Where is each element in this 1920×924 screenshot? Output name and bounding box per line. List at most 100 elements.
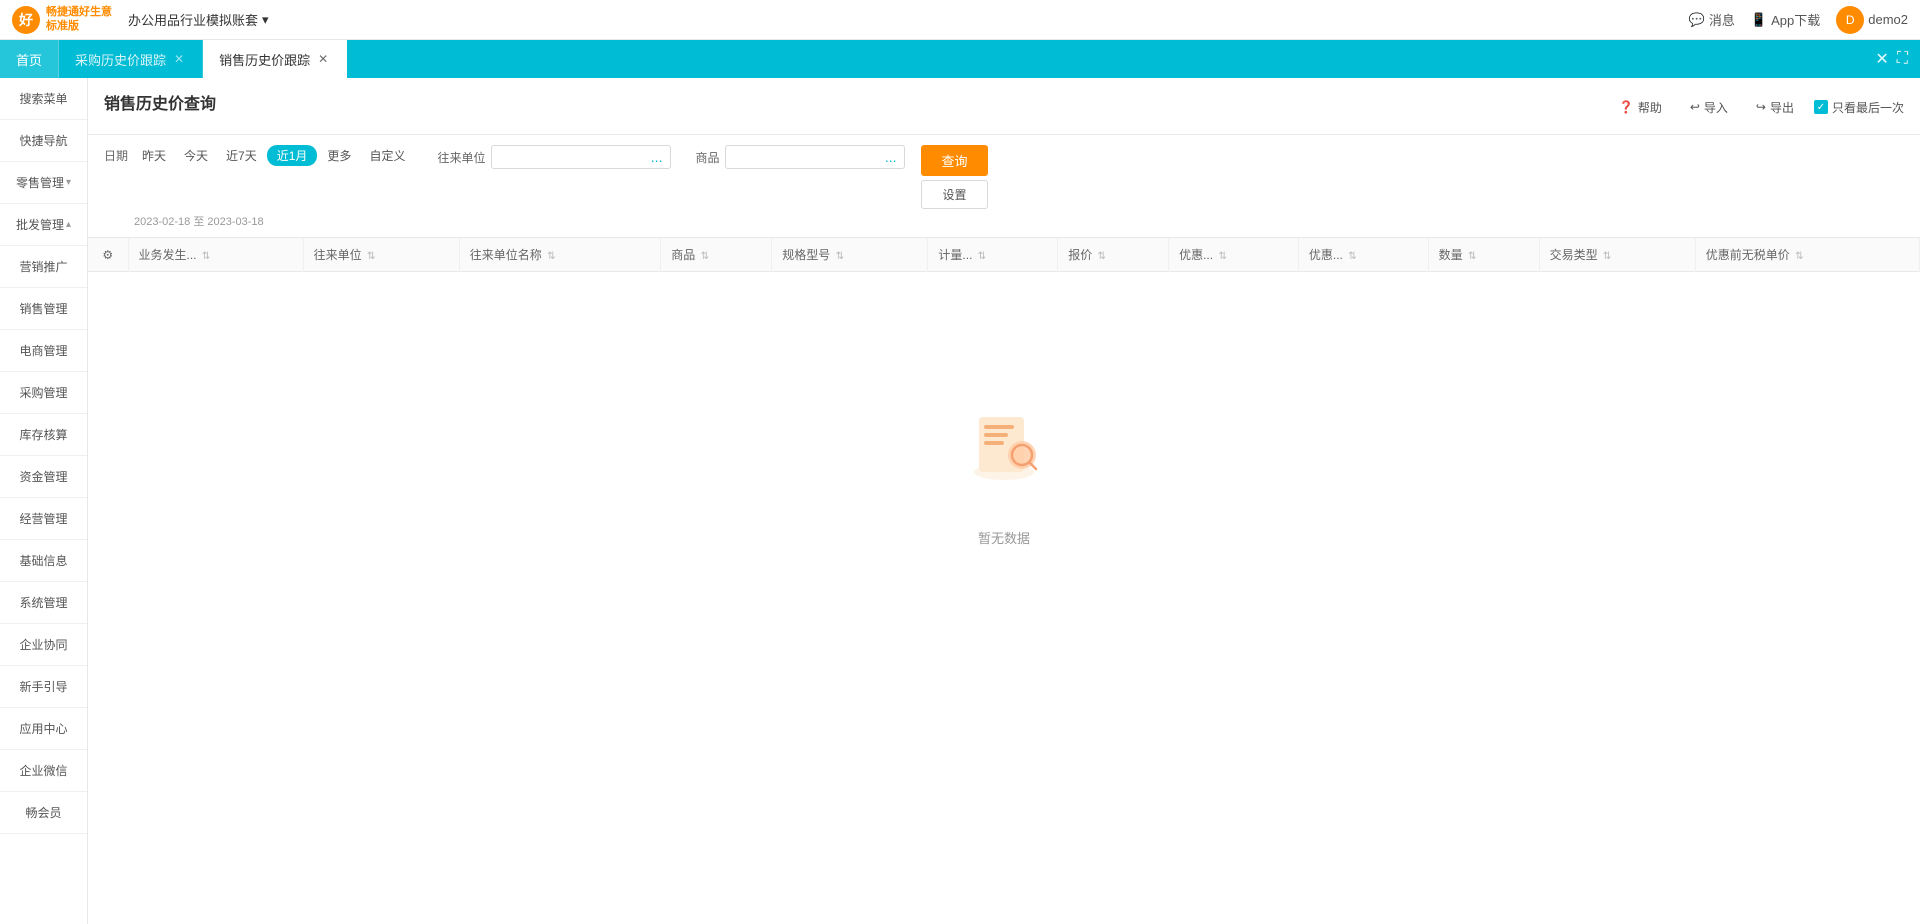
sort-icon: ⇅ [367, 251, 375, 262]
sidebar-item-marketing[interactable]: 营销推广 [0, 246, 87, 288]
tab-home[interactable]: 首页 [0, 40, 59, 78]
chevron-down-icon: ▾ [262, 12, 269, 28]
col-quoted-price[interactable]: 报价 ⇅ [1058, 238, 1169, 272]
settings-icon: ⚙ [102, 248, 113, 262]
sidebar-item-ecommerce[interactable]: 电商管理 [0, 330, 87, 372]
sidebar-item-sales-mgmt[interactable]: 销售管理 [0, 288, 87, 330]
sidebar-item-quick-nav[interactable]: 快捷导航 [0, 120, 87, 162]
sidebar-item-member[interactable]: 畅会员 [0, 792, 87, 834]
tab-bar: 首页 采购历史价跟踪 ✕ 销售历史价跟踪 ✕ ✕ ⛶ [0, 40, 1920, 78]
sidebar-item-system[interactable]: 系统管理 [0, 582, 87, 624]
import-icon: ↩ [1690, 100, 1700, 114]
sort-icon: ⇅ [1348, 251, 1356, 262]
only-last-checkbox[interactable]: ✓ [1814, 100, 1828, 114]
sort-icon: ⇅ [836, 251, 844, 262]
sidebar-item-enterprise[interactable]: 企业协同 [0, 624, 87, 666]
col-spec[interactable]: 规格型号 ⇅ [772, 238, 928, 272]
page-title: 销售历史价查询 [104, 90, 216, 124]
chevron-down-icon: ▾ [66, 177, 71, 188]
product-label: 商品 [695, 149, 719, 166]
empty-icon [954, 397, 1054, 516]
counterpart-input[interactable]: ... [491, 145, 671, 169]
date-shortcuts: 昨天 今天 近7天 近1月 更多 自定义 [134, 145, 413, 166]
counterpart-dots-icon[interactable]: ... [651, 149, 663, 165]
col-settings[interactable]: ⚙ [88, 238, 128, 272]
product-input[interactable]: ... [725, 145, 905, 169]
only-last-checkbox-group[interactable]: ✓ 只看最后一次 [1814, 99, 1904, 116]
counterpart-label: 往来单位 [437, 149, 485, 166]
tab-purchase-history-close[interactable]: ✕ [172, 50, 186, 68]
col-product[interactable]: 商品 ⇅ [661, 238, 772, 272]
col-quantity[interactable]: 数量 ⇅ [1428, 238, 1539, 272]
close-tab-button[interactable]: ✕ [1875, 49, 1888, 69]
sidebar-item-operation[interactable]: 经营管理 [0, 498, 87, 540]
col-discount2[interactable]: 优惠... ⇅ [1298, 238, 1428, 272]
sort-icon: ⇅ [1218, 251, 1226, 262]
logo-text: 畅捷通好生意 标准版 [46, 6, 112, 32]
top-bar-right: 💬 消息 📱 App下载 D demo2 [1689, 6, 1908, 34]
tab-purchase-history[interactable]: 采购历史价跟踪 ✕ [59, 40, 203, 78]
sidebar-item-search-menu[interactable]: 搜索菜单 [0, 78, 87, 120]
sidebar-item-guide[interactable]: 新手引导 [0, 666, 87, 708]
query-button[interactable]: 查询 [921, 145, 987, 176]
date-yesterday[interactable]: 昨天 [134, 145, 174, 166]
sort-icon: ⇅ [1098, 251, 1106, 262]
main-layout: 搜索菜单 快捷导航 零售管理 ▾ 批发管理 ▴ 营销推广 销售管理 电商管理 采… [0, 78, 1920, 924]
product-dots-icon[interactable]: ... [885, 149, 897, 165]
help-icon: ❓ [1619, 100, 1634, 114]
tab-sales-history-close[interactable]: ✕ [316, 50, 330, 68]
sidebar: 搜索菜单 快捷导航 零售管理 ▾ 批发管理 ▴ 营销推广 销售管理 电商管理 采… [0, 78, 88, 924]
help-button[interactable]: ❓ 帮助 [1611, 95, 1670, 120]
col-counterpart-name[interactable]: 往来单位名称 ⇅ [459, 238, 661, 272]
content-area: 销售历史价查询 ❓ 帮助 ↩ 导入 ↪ 导出 ✓ [88, 78, 1920, 924]
col-biz-date[interactable]: 业务发生... ⇅ [128, 238, 303, 272]
user-menu[interactable]: D demo2 [1836, 6, 1908, 34]
date-label: 日期 [104, 147, 128, 164]
page-header: 销售历史价查询 ❓ 帮助 ↩ 导入 ↪ 导出 ✓ [88, 78, 1920, 135]
sort-icon: ⇅ [1468, 251, 1476, 262]
sidebar-item-enterprise-wx[interactable]: 企业微信 [0, 750, 87, 792]
sidebar-item-retail-mgmt[interactable]: 零售管理 ▾ [0, 162, 87, 204]
sidebar-item-basic-info[interactable]: 基础信息 [0, 540, 87, 582]
col-unit[interactable]: 计量... ⇅ [928, 238, 1058, 272]
export-button[interactable]: ↪ 导出 [1748, 95, 1802, 120]
user-name: demo2 [1868, 12, 1908, 27]
sidebar-item-inventory[interactable]: 库存核算 [0, 414, 87, 456]
workspace-selector[interactable]: 办公用品行业模拟账套 ▾ [120, 6, 277, 33]
sort-icon: ⇅ [701, 251, 709, 262]
date-last7[interactable]: 近7天 [218, 145, 265, 166]
date-more[interactable]: 更多 [319, 145, 359, 166]
table-container: ⚙ 业务发生... ⇅ 往来单位 ⇅ 往来单位名称 ⇅ [88, 238, 1920, 924]
date-last1m[interactable]: 近1月 [267, 145, 318, 166]
date-range-display: 2023-02-18 至 2023-03-18 [134, 216, 264, 228]
app-download-button[interactable]: 📱 App下载 [1751, 10, 1820, 29]
top-bar-left: 好 畅捷通好生意 标准版 办公用品行业模拟账套 ▾ [12, 6, 277, 34]
col-counterpart-code[interactable]: 往来单位 ⇅ [303, 238, 459, 272]
sort-icon: ⇅ [202, 251, 210, 262]
sidebar-item-purchase-mgmt[interactable]: 采购管理 [0, 372, 87, 414]
sidebar-item-wholesale-mgmt[interactable]: 批发管理 ▴ [0, 204, 87, 246]
workspace-name: 办公用品行业模拟账套 [128, 10, 258, 29]
import-button[interactable]: ↩ 导入 [1682, 95, 1736, 120]
tab-sales-history[interactable]: 销售历史价跟踪 ✕ [203, 40, 347, 78]
sort-icon: ⇅ [978, 251, 986, 262]
empty-state: 暂无数据 [88, 272, 1920, 672]
data-table: ⚙ 业务发生... ⇅ 往来单位 ⇅ 往来单位名称 ⇅ [88, 238, 1920, 272]
date-today[interactable]: 今天 [176, 145, 216, 166]
col-trade-type[interactable]: 交易类型 ⇅ [1539, 238, 1695, 272]
export-icon: ↪ [1756, 100, 1766, 114]
maximize-button[interactable]: ⛶ [1897, 50, 1908, 68]
sort-icon: ⇅ [547, 251, 555, 262]
message-button[interactable]: 💬 消息 [1689, 10, 1735, 29]
col-pre-tax-price[interactable]: 优惠前无税单价 ⇅ [1695, 238, 1919, 272]
sidebar-item-finance[interactable]: 资金管理 [0, 456, 87, 498]
chevron-up-icon: ▴ [66, 219, 71, 230]
sidebar-item-app-center[interactable]: 应用中心 [0, 708, 87, 750]
date-custom[interactable]: 自定义 [361, 145, 413, 166]
empty-text: 暂无数据 [978, 528, 1030, 547]
col-discount1[interactable]: 优惠... ⇅ [1169, 238, 1299, 272]
tab-spacer [347, 40, 1863, 78]
sort-icon: ⇅ [1795, 251, 1803, 262]
settings-button[interactable]: 设置 [921, 180, 987, 209]
phone-icon: 📱 [1751, 12, 1767, 28]
